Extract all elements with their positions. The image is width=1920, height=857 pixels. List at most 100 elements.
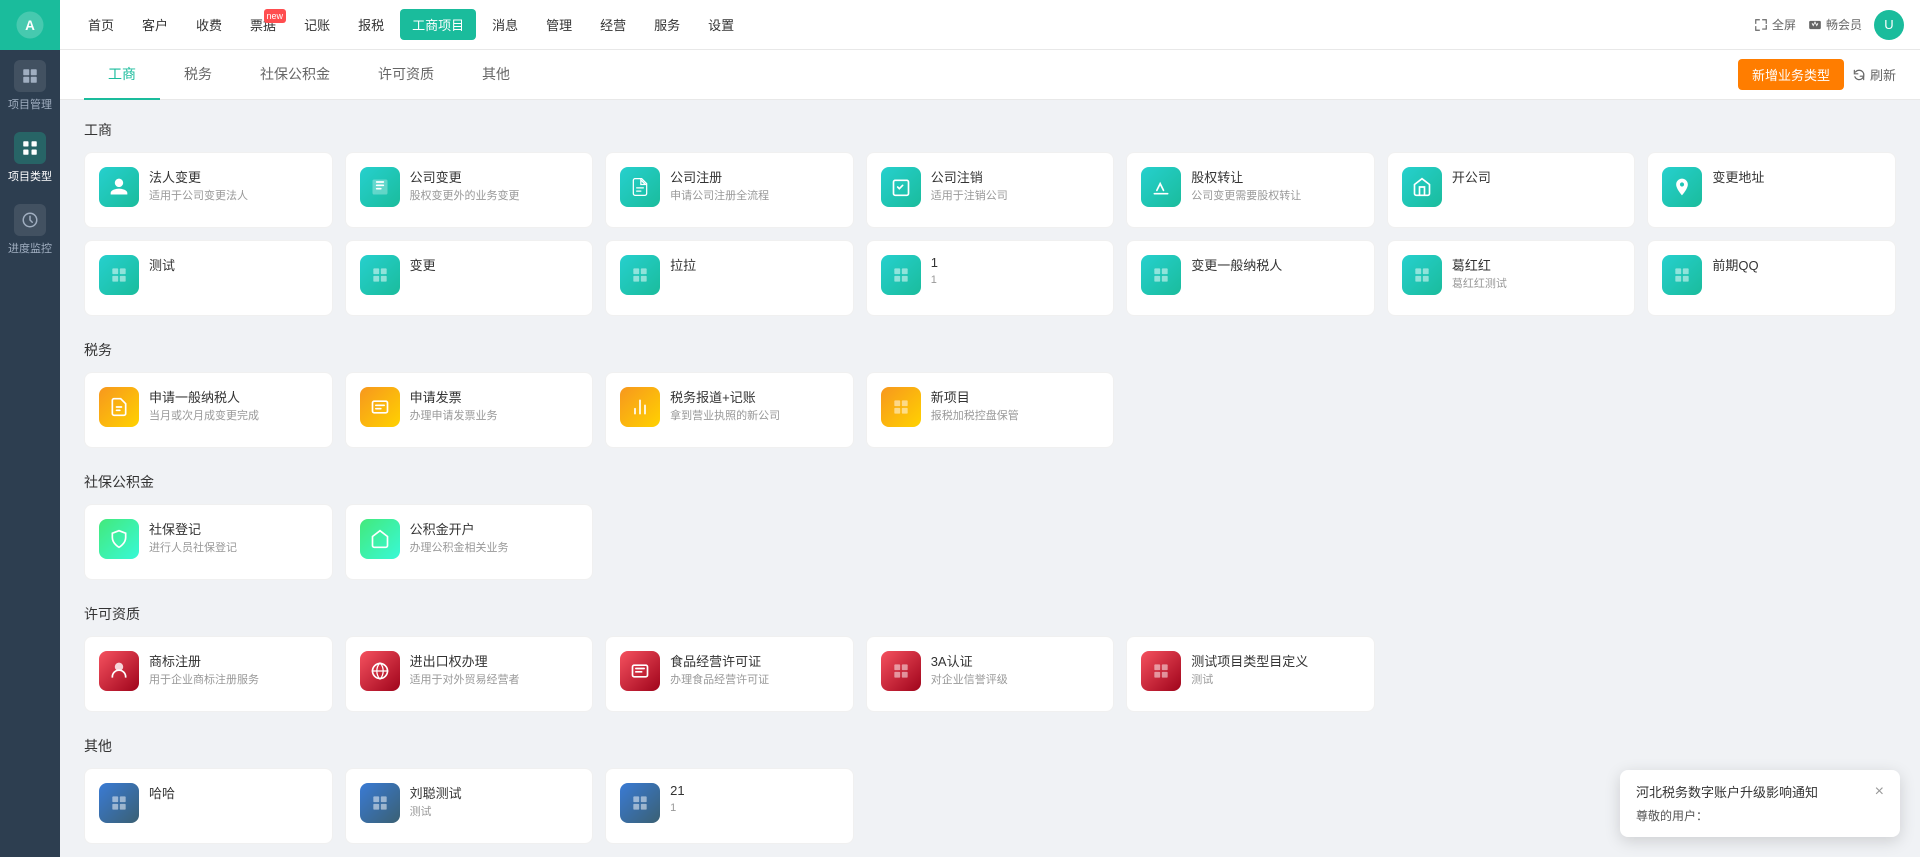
card-name-change-address: 变更地址: [1712, 167, 1881, 186]
section-title-shuiwu: 税务: [84, 340, 1896, 360]
card-icon-company-cancel: [881, 167, 921, 207]
nav-bookkeeping[interactable]: 记账: [292, 9, 342, 40]
project-manage-icon: [14, 60, 46, 92]
card-info-haha: 哈哈: [149, 783, 318, 805]
card-qianqi-qq[interactable]: 前期QQ: [1647, 240, 1896, 316]
card-icon-housing: [360, 519, 400, 559]
refresh-label: 刷新: [1870, 65, 1896, 84]
card-trademark[interactable]: 商标注册 用于企业商标注册服务: [84, 636, 333, 712]
notification-close-btn[interactable]: ×: [1875, 783, 1884, 801]
card-name-tax-report: 税务报道+记账: [670, 387, 839, 406]
card-housing-fund[interactable]: 公积金开户 办理公积金相关业务: [345, 504, 594, 580]
app-logo[interactable]: A: [0, 0, 60, 50]
section-title-shebao: 社保公积金: [84, 472, 1896, 492]
card-name-liucong: 刘聪测试: [410, 783, 579, 802]
card-info-change-taxpayer: 变更一般纳税人: [1191, 255, 1360, 277]
user-avatar[interactable]: U: [1874, 10, 1904, 40]
card-info-test-type: 测试项目类型目定义 测试: [1191, 651, 1360, 688]
sidebar-item-project-manage-label: 项目管理: [8, 96, 52, 112]
card-icon-apply-invoice: [360, 387, 400, 427]
card-test-type[interactable]: 测试项目类型目定义 测试: [1126, 636, 1375, 712]
card-test[interactable]: 测试: [84, 240, 333, 316]
card-info-equity: 股权转让 公司变更需要股权转让: [1191, 167, 1360, 204]
card-tax-report[interactable]: 税务报道+记账 拿到营业执照的新公司: [605, 372, 854, 448]
nav-operation[interactable]: 经营: [588, 9, 638, 40]
sidebar-item-project-manage[interactable]: 项目管理: [0, 50, 60, 122]
nav-settings[interactable]: 设置: [696, 9, 746, 40]
nav-bizproject[interactable]: 工商项目: [400, 9, 476, 40]
card-company-cancel[interactable]: 公司注销 适用于注销公司: [866, 152, 1115, 228]
card-info-new-project: 新项目 报税加税控盘保管: [931, 387, 1100, 424]
nav-home[interactable]: 首页: [76, 9, 126, 40]
card-liucong-test[interactable]: 刘聪测试 测试: [345, 768, 594, 844]
fullscreen-btn[interactable]: 全屏: [1754, 16, 1796, 33]
card-company-register[interactable]: 公司注册 申请公司注册全流程: [605, 152, 854, 228]
section-title-gongshang: 工商: [84, 120, 1896, 140]
sidebar-item-progress[interactable]: 进度监控: [0, 194, 60, 266]
vip-btn[interactable]: 畅会员: [1808, 16, 1862, 33]
scroll-content: 工商 法人变更 适用于公司变更法人: [60, 100, 1920, 857]
new-badge-label: new: [264, 9, 287, 23]
card-desc-liucong: 测试: [410, 805, 579, 820]
card-change-address[interactable]: 变更地址: [1647, 152, 1896, 228]
card-name-faren: 法人变更: [149, 167, 318, 186]
card-desc-company-register: 申请公司注册全流程: [670, 189, 839, 204]
nav-customer[interactable]: 客户: [130, 9, 180, 40]
card-1[interactable]: 1 1: [866, 240, 1115, 316]
card-haha[interactable]: 哈哈: [84, 768, 333, 844]
card-info-21: 21 1: [670, 783, 839, 816]
card-name-company-change: 公司变更: [410, 167, 579, 186]
card-21[interactable]: 21 1: [605, 768, 854, 844]
tab-shebao[interactable]: 社保公积金: [236, 50, 354, 100]
card-ge-honghong[interactable]: 葛红红 葛红红测试: [1387, 240, 1636, 316]
card-3a-cert[interactable]: 3A认证 对企业信誉评级: [866, 636, 1115, 712]
card-icon-tax-report: [620, 387, 660, 427]
card-icon-company-register: [620, 167, 660, 207]
card-info-3a: 3A认证 对企业信誉评级: [931, 651, 1100, 688]
card-equity-transfer[interactable]: 股权转让 公司变更需要股权转让: [1126, 152, 1375, 228]
vip-label: 畅会员: [1826, 16, 1862, 33]
fullscreen-label: 全屏: [1772, 16, 1796, 33]
card-icon-equity: [1141, 167, 1181, 207]
sidebar-item-project-type[interactable]: 项目类型: [0, 122, 60, 194]
tab-shuiwu[interactable]: 税务: [160, 50, 236, 100]
card-change[interactable]: 变更: [345, 240, 594, 316]
nav-message[interactable]: 消息: [480, 9, 530, 40]
notification-title: 河北税务数字账户升级影响通知: [1636, 782, 1818, 801]
card-name-ge: 葛红红: [1452, 255, 1621, 274]
card-name-21: 21: [670, 783, 839, 798]
tab-other[interactable]: 其他: [458, 50, 534, 100]
card-apply-taxpayer[interactable]: 申请一般纳税人 当月或次月成变更完成: [84, 372, 333, 448]
card-desc-company-change: 股权变更外的业务变更: [410, 189, 579, 204]
card-company-change[interactable]: 公司变更 股权变更外的业务变更: [345, 152, 594, 228]
nav-fee[interactable]: 收费: [184, 9, 234, 40]
project-type-icon: [14, 132, 46, 164]
new-type-button[interactable]: 新增业务类型: [1738, 59, 1844, 90]
card-apply-invoice[interactable]: 申请发票 办理申请发票业务: [345, 372, 594, 448]
card-desc-import-export: 适用于对外贸易经营者: [410, 673, 579, 688]
card-open-company[interactable]: 开公司: [1387, 152, 1636, 228]
nav-tax[interactable]: 报税: [346, 9, 396, 40]
card-icon-1: [881, 255, 921, 295]
card-new-project[interactable]: 新项目 报税加税控盘保管: [866, 372, 1115, 448]
tabs-bar: 工商 税务 社保公积金 许可资质 其他 新增业务类型 刷新: [60, 50, 1920, 100]
card-lala[interactable]: 拉拉: [605, 240, 854, 316]
card-icon-new-project: [881, 387, 921, 427]
card-desc-trademark: 用于企业商标注册服务: [149, 673, 318, 688]
card-desc-apply-invoice: 办理申请发票业务: [410, 409, 579, 424]
main-area: 首页 客户 收费 票据 new 记账 报税 工商项目 消息 管理 经营 服务 设…: [60, 0, 1920, 857]
card-social-insurance[interactable]: 社保登记 进行人员社保登记: [84, 504, 333, 580]
refresh-button[interactable]: 刷新: [1852, 65, 1896, 84]
card-food-license[interactable]: 食品经营许可证 办理食品经营许可证: [605, 636, 854, 712]
card-import-export[interactable]: 进出口权办理 适用于对外贸易经营者: [345, 636, 594, 712]
nav-service[interactable]: 服务: [642, 9, 692, 40]
card-desc-3a: 对企业信誉评级: [931, 673, 1100, 688]
tab-gongshang[interactable]: 工商: [84, 50, 160, 100]
nav-manage[interactable]: 管理: [534, 9, 584, 40]
nav-ticket[interactable]: 票据 new: [238, 9, 288, 40]
content-area: 工商 税务 社保公积金 许可资质 其他 新增业务类型 刷新 工商: [60, 50, 1920, 857]
tab-xuke[interactable]: 许可资质: [354, 50, 458, 100]
card-faren-biangeng[interactable]: 法人变更 适用于公司变更法人: [84, 152, 333, 228]
card-info-apply-invoice: 申请发票 办理申请发票业务: [410, 387, 579, 424]
card-change-taxpayer[interactable]: 变更一般纳税人: [1126, 240, 1375, 316]
